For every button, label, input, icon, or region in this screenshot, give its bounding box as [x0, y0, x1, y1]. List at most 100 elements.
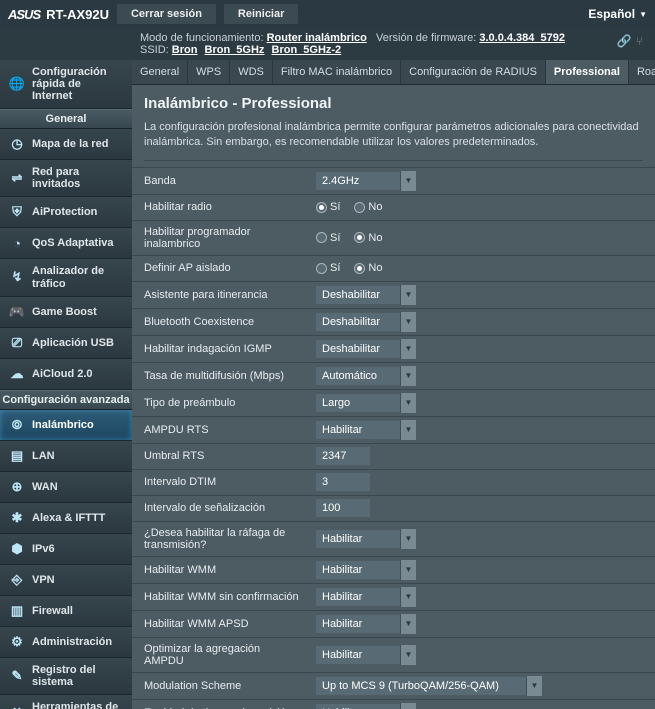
- dropdown-icon[interactable]: ▼: [400, 285, 416, 305]
- sidebar-icon: ⦾: [8, 416, 26, 434]
- select-airtime[interactable]: Habilitar: [316, 704, 400, 709]
- sidebar-item[interactable]: ✖Herramientas de red: [0, 695, 132, 709]
- select-pream[interactable]: Largo: [316, 394, 400, 412]
- sidebar-item[interactable]: ▥Firewall: [0, 596, 132, 627]
- radio-radio-si[interactable]: [316, 202, 327, 213]
- dropdown-icon[interactable]: ▼: [400, 560, 416, 580]
- dropdown-icon[interactable]: ▼: [400, 529, 416, 549]
- sidebar-item[interactable]: ⊕WAN: [0, 472, 132, 503]
- setting-control: Sí No: [310, 259, 655, 277]
- radio-option[interactable]: No: [354, 201, 382, 213]
- setting-control: Deshabilitar▼: [310, 282, 655, 308]
- dropdown-icon[interactable]: ▼: [400, 312, 416, 332]
- dropdown-icon[interactable]: ▼: [400, 420, 416, 440]
- setting-row: Bluetooth CoexistenceDeshabilitar▼: [132, 308, 655, 335]
- radio-sched-no[interactable]: [354, 232, 365, 243]
- sidebar-item[interactable]: ☁AiCloud 2.0: [0, 359, 132, 390]
- dropdown-icon[interactable]: ▼: [526, 676, 542, 696]
- sidebar-item-label: Herramientas de red: [32, 701, 124, 709]
- logout-button[interactable]: Cerrar sesión: [117, 4, 216, 24]
- radio-label: Sí: [330, 232, 340, 244]
- radio-option[interactable]: No: [354, 232, 382, 244]
- select-wmmnoack[interactable]: Habilitar: [316, 588, 400, 606]
- setting-label: AMPDU RTS: [132, 419, 310, 441]
- setting-control: Deshabilitar▼: [310, 336, 655, 362]
- dropdown-icon[interactable]: ▼: [400, 339, 416, 359]
- tab[interactable]: WDS: [230, 60, 273, 84]
- radio-sched-si[interactable]: [316, 232, 327, 243]
- tab[interactable]: Roaming Block List: [629, 60, 655, 84]
- sidebar-item-label: Alexa & IFTTT: [32, 512, 124, 524]
- dropdown-icon[interactable]: ▼: [400, 645, 416, 665]
- setting-row: Definir AP aisladoSíNo: [132, 255, 655, 281]
- dropdown-icon[interactable]: ▼: [400, 703, 416, 709]
- radio-apiso-si[interactable]: [316, 263, 327, 274]
- input-rts[interactable]: [316, 447, 370, 465]
- dropdown-icon[interactable]: ▼: [400, 587, 416, 607]
- sidebar-item-label: Administración: [32, 636, 124, 648]
- sidebar-item[interactable]: ↯Analizador de tráfico: [0, 259, 132, 296]
- sidebar-item-label: Aplicación USB: [32, 337, 124, 349]
- select-btcx[interactable]: Deshabilitar: [316, 313, 400, 331]
- sidebar-item[interactable]: ⚙Administración: [0, 627, 132, 658]
- input-beacon[interactable]: [316, 499, 370, 517]
- setting-label: Tasa de multidifusión (Mbps): [132, 365, 310, 387]
- tab[interactable]: Professional: [546, 60, 629, 84]
- select-mcs[interactable]: Up to MCS 9 (TurboQAM/256-QAM): [316, 677, 526, 695]
- sidebar-item[interactable]: ⎚Aplicación USB: [0, 328, 132, 359]
- radio-option[interactable]: Sí: [316, 262, 340, 274]
- sidebar-item[interactable]: ⦾Inalámbrico: [0, 410, 132, 441]
- fw-value[interactable]: 3.0.0.4.384_5792: [479, 32, 565, 44]
- setting-label: Habilitar indagación IGMP: [132, 338, 310, 360]
- tab[interactable]: General: [132, 60, 188, 84]
- select-roam[interactable]: Deshabilitar: [316, 286, 400, 304]
- sidebar-item[interactable]: ⎆VPN: [0, 565, 132, 596]
- sidebar-item[interactable]: 🎮Game Boost: [0, 297, 132, 328]
- sidebar-item[interactable]: ⛨AiProtection: [0, 197, 132, 228]
- select-mcast[interactable]: Automático: [316, 367, 400, 385]
- dropdown-icon[interactable]: ▼: [400, 614, 416, 634]
- dropdown-icon[interactable]: ▼: [400, 366, 416, 386]
- sidebar-item[interactable]: ⬢IPv6: [0, 534, 132, 565]
- sidebar-item[interactable]: ⇌Red para invitados: [0, 160, 132, 197]
- radio-label: Sí: [330, 201, 340, 213]
- dropdown-icon[interactable]: ▼: [400, 393, 416, 413]
- select-igmp[interactable]: Deshabilitar: [316, 340, 400, 358]
- select-band[interactable]: 2.4GHz: [316, 172, 400, 190]
- radio-option[interactable]: No: [354, 262, 382, 274]
- radio-option[interactable]: Sí: [316, 232, 340, 244]
- setting-row: Tipo de preámbuloLargo▼: [132, 389, 655, 416]
- select-wmm[interactable]: Habilitar: [316, 561, 400, 579]
- tab[interactable]: WPS: [188, 60, 230, 84]
- setting-control: Habilitar▼: [310, 526, 655, 552]
- sidebar-item[interactable]: ✱Alexa & IFTTT: [0, 503, 132, 534]
- radio-radio-no[interactable]: [354, 202, 365, 213]
- sidebar-item-label: WAN: [32, 481, 124, 493]
- mode-value[interactable]: Router inalámbrico: [267, 32, 367, 44]
- tab[interactable]: Configuración de RADIUS: [401, 60, 546, 84]
- select-wmmapsd[interactable]: Habilitar: [316, 615, 400, 633]
- sidebar-item[interactable]: ✎Registro del sistema: [0, 658, 132, 695]
- tab[interactable]: Filtro MAC inalámbrico: [273, 60, 401, 84]
- usb-icon[interactable]: ⑂: [636, 34, 643, 48]
- radio-apiso-no[interactable]: [354, 263, 365, 274]
- sidebar-item-label: Analizador de tráfico: [32, 265, 124, 289]
- link-icon[interactable]: 🔗: [617, 34, 632, 48]
- sidebar-item[interactable]: ◷Mapa de la red: [0, 129, 132, 160]
- input-dtim[interactable]: [316, 473, 370, 491]
- setting-row: AMPDU RTS Habilitar▼: [132, 416, 655, 443]
- radio-option[interactable]: Sí: [316, 201, 340, 213]
- dropdown-icon[interactable]: ▼: [400, 171, 416, 191]
- reboot-button[interactable]: Reiniciar: [224, 4, 298, 24]
- sidebar-item[interactable]: ◔QoS Adaptativa: [0, 228, 132, 259]
- setting-control: Habilitar▼: [310, 557, 655, 583]
- sidebar-item-label: Red para invitados: [32, 166, 124, 190]
- sidebar-item[interactable]: ▤LAN: [0, 441, 132, 472]
- separator: [144, 160, 643, 161]
- select-txburst[interactable]: Habilitar: [316, 530, 400, 548]
- select-ampdu[interactable]: Habilitar: [316, 421, 400, 439]
- language-selector[interactable]: Español ▼: [588, 7, 647, 21]
- setting-label: Modulation Scheme: [132, 675, 310, 697]
- select-ampduopt[interactable]: Habilitar: [316, 646, 400, 664]
- sidebar-quick-setup[interactable]: 🌐 Configuración rápida de Internet: [0, 60, 132, 109]
